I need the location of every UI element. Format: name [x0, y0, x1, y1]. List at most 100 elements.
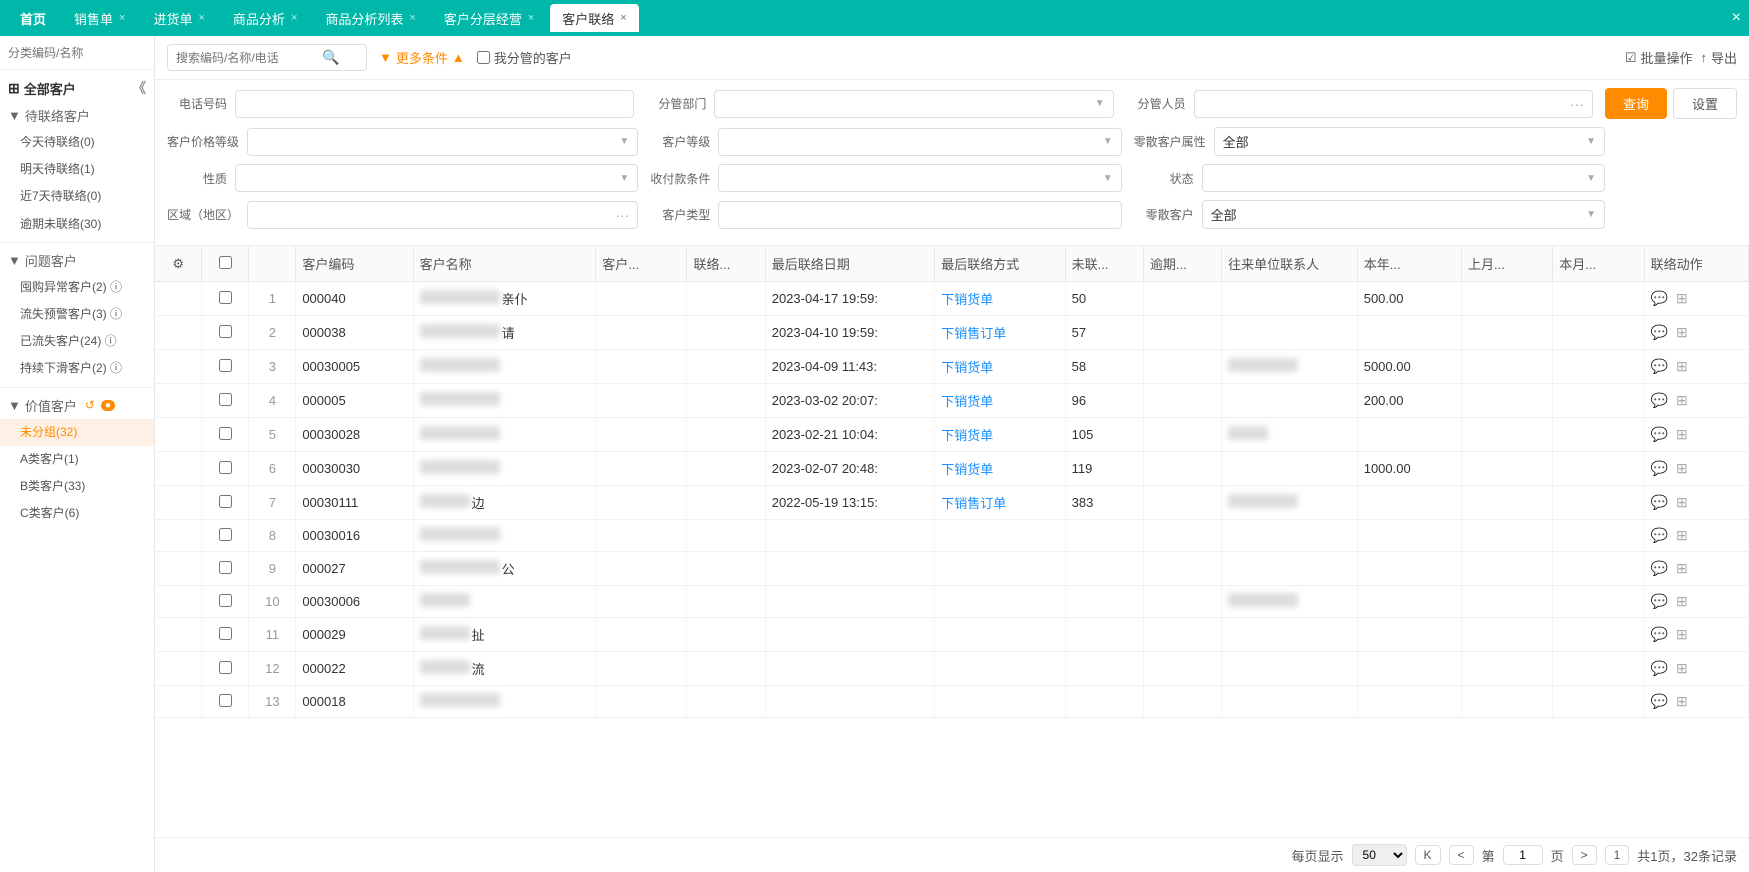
contact-method-link[interactable]: 下销售订单: [941, 496, 1006, 511]
cell-last-contact-method[interactable]: 下销售订单: [935, 486, 1065, 520]
all-customers-header[interactable]: ⊞ 全部客户 《: [0, 70, 154, 102]
tab-purchase[interactable]: 进货单 ×: [141, 4, 216, 32]
sidebar-item-today-contact[interactable]: 今天待联络(0): [0, 129, 154, 156]
next-page-btn[interactable]: >: [1572, 845, 1597, 865]
window-close-icon[interactable]: ×: [1732, 9, 1741, 27]
batch-op-btn[interactable]: ☑ 批量操作: [1625, 48, 1693, 67]
message-icon[interactable]: 💬: [1651, 560, 1668, 577]
grid-action-icon[interactable]: ⊞: [1676, 593, 1688, 610]
grid-action-icon[interactable]: ⊞: [1676, 426, 1688, 443]
row-checkbox[interactable]: [219, 427, 232, 440]
message-icon[interactable]: 💬: [1651, 527, 1668, 544]
close-product-analysis-icon[interactable]: ×: [291, 12, 297, 24]
cell-last-contact-method[interactable]: [935, 586, 1065, 618]
message-icon[interactable]: 💬: [1651, 494, 1668, 511]
contact-method-link[interactable]: 下销货单: [941, 292, 993, 307]
customer-level-select[interactable]: ▼: [718, 128, 1121, 156]
message-icon[interactable]: 💬: [1651, 324, 1668, 341]
contact-method-link[interactable]: 下销货单: [941, 394, 993, 409]
my-customers-checkbox[interactable]: [477, 51, 490, 64]
grid-action-icon[interactable]: ⊞: [1676, 527, 1688, 544]
th-last-contact-date[interactable]: 最后联络日期: [765, 246, 935, 282]
filter-search-icon[interactable]: 🔍: [322, 49, 339, 66]
status-select[interactable]: ▼: [1202, 164, 1605, 192]
cell-checkbox[interactable]: [202, 586, 249, 618]
region-input[interactable]: ···: [247, 201, 638, 229]
close-purchase-icon[interactable]: ×: [198, 12, 204, 24]
sidebar-item-declining[interactable]: 持续下滑客户(2) ⓘ: [0, 355, 154, 382]
cell-last-contact-method[interactable]: 下销货单: [935, 350, 1065, 384]
sidebar-item-class-b[interactable]: B类客户(33): [0, 473, 154, 500]
select-all-checkbox[interactable]: [219, 256, 232, 269]
attr-select[interactable]: 全部▼: [1214, 127, 1605, 156]
cell-checkbox[interactable]: [202, 418, 249, 452]
group-problem-customers[interactable]: ▼ 问题客户: [0, 247, 154, 274]
message-icon[interactable]: 💬: [1651, 290, 1668, 307]
th-code[interactable]: 客户编码: [296, 246, 413, 282]
export-btn[interactable]: ↑ 导出: [1700, 48, 1737, 67]
sidebar-item-ungrouped[interactable]: 未分组(32): [0, 419, 154, 446]
th-last-contact-method[interactable]: 最后联络方式: [935, 246, 1065, 282]
close-customer-segment-icon[interactable]: ×: [528, 12, 534, 24]
cell-checkbox[interactable]: [202, 486, 249, 520]
more-conditions-btn[interactable]: ▼ 更多条件 ▲: [379, 48, 465, 67]
row-checkbox[interactable]: [219, 325, 232, 338]
grid-action-icon[interactable]: ⊞: [1676, 460, 1688, 477]
settings-icon[interactable]: ⚙: [172, 256, 184, 271]
grid-action-icon[interactable]: ⊞: [1676, 626, 1688, 643]
th-last-month[interactable]: 上月...: [1462, 246, 1553, 282]
dept-select[interactable]: ▼: [714, 90, 1113, 118]
message-icon[interactable]: 💬: [1651, 392, 1668, 409]
contact-method-link[interactable]: 下销售订单: [941, 326, 1006, 341]
grid-action-icon[interactable]: ⊞: [1676, 392, 1688, 409]
cell-last-contact-method[interactable]: 下销货单: [935, 384, 1065, 418]
tab-customer-segment[interactable]: 客户分层经营 ×: [432, 4, 546, 32]
sidebar-item-hoarding-abnormal[interactable]: 囤购异常客户(2) ⓘ: [0, 274, 154, 301]
th-contacts-person[interactable]: 往来单位联系人: [1222, 246, 1358, 282]
row-checkbox[interactable]: [219, 528, 232, 541]
row-checkbox[interactable]: [219, 291, 232, 304]
grid-action-icon[interactable]: ⊞: [1676, 693, 1688, 710]
th-no-contact[interactable]: 未联...: [1065, 246, 1143, 282]
close-sales-icon[interactable]: ×: [119, 12, 125, 24]
collapse-icon[interactable]: 《: [132, 78, 146, 98]
filter-search-box[interactable]: 🔍: [167, 44, 367, 71]
th-overdue[interactable]: 逾期...: [1143, 246, 1221, 282]
my-customers-checkbox-area[interactable]: 我分管的客户: [477, 48, 572, 67]
cell-checkbox[interactable]: [202, 618, 249, 652]
cell-last-contact-method[interactable]: [935, 552, 1065, 586]
grid-action-icon[interactable]: ⊞: [1676, 324, 1688, 341]
sidebar-search-input[interactable]: [8, 46, 155, 60]
th-this-year[interactable]: 本年...: [1357, 246, 1461, 282]
cell-last-contact-method[interactable]: [935, 652, 1065, 686]
cell-checkbox[interactable]: [202, 384, 249, 418]
th-checkbox[interactable]: [202, 246, 249, 282]
cell-checkbox[interactable]: [202, 520, 249, 552]
row-checkbox[interactable]: [219, 694, 232, 707]
cell-last-contact-method[interactable]: 下销货单: [935, 282, 1065, 316]
sidebar-item-overdue-contact[interactable]: 逾期未联络(30): [0, 211, 154, 238]
page-input[interactable]: [1503, 845, 1543, 865]
tab-sales[interactable]: 销售单 ×: [62, 4, 137, 32]
message-icon[interactable]: 💬: [1651, 626, 1668, 643]
tab-customer-contact[interactable]: 客户联络 ×: [550, 4, 638, 32]
cell-last-contact-method[interactable]: 下销货单: [935, 418, 1065, 452]
tab-product-analysis[interactable]: 商品分析 ×: [221, 4, 309, 32]
cell-last-contact-method[interactable]: [935, 686, 1065, 718]
sidebar-item-class-c[interactable]: C类客户(6): [0, 500, 154, 527]
scattered-select[interactable]: 全部▼: [1202, 200, 1605, 229]
tab-home[interactable]: 首页: [8, 4, 58, 32]
reset-btn[interactable]: 设置: [1673, 88, 1737, 119]
grid-action-icon[interactable]: ⊞: [1676, 660, 1688, 677]
first-page-btn[interactable]: K: [1415, 845, 1441, 865]
sidebar-item-class-a[interactable]: A类客户(1): [0, 446, 154, 473]
price-level-select[interactable]: ▼: [247, 128, 638, 156]
sidebar-item-churned[interactable]: 已流失客户(24) ⓘ: [0, 328, 154, 355]
th-customer-num[interactable]: 客户...: [596, 246, 687, 282]
close-customer-contact-icon[interactable]: ×: [620, 12, 626, 24]
th-this-month[interactable]: 本月...: [1553, 246, 1644, 282]
filter-search-input[interactable]: [176, 51, 316, 65]
cell-checkbox[interactable]: [202, 282, 249, 316]
tab-product-analysis-list[interactable]: 商品分析列表 ×: [313, 4, 427, 32]
query-btn[interactable]: 查询: [1605, 88, 1667, 119]
